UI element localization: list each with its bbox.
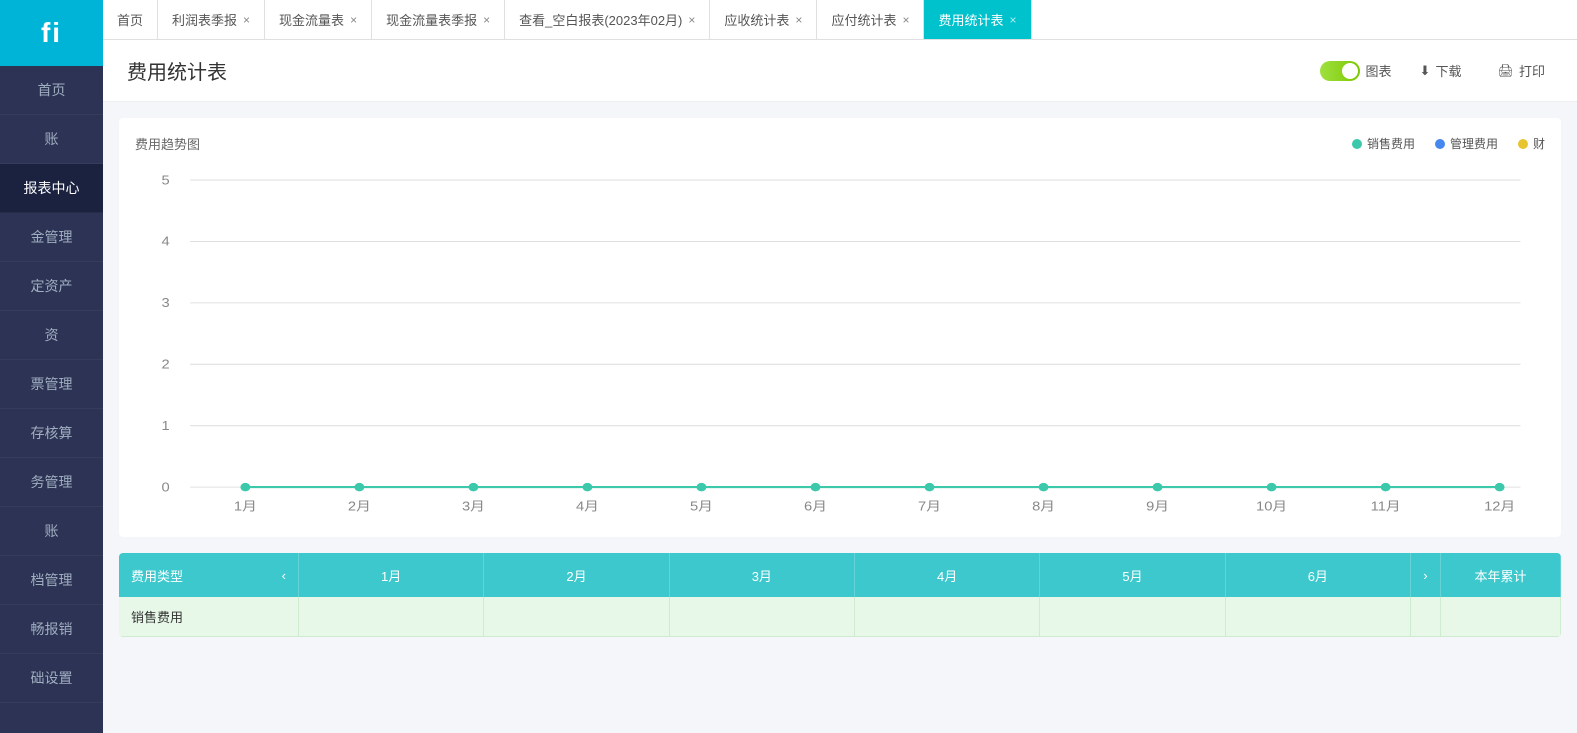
svg-text:8月: 8月 — [1032, 499, 1055, 513]
chart-container: 5 4 3 2 1 0 — [135, 161, 1545, 521]
table-header: 费用类型 ‹ 1月 2月 3月 4月 5月 6月 › 本年累计 — [119, 553, 1561, 597]
prev-arrow-icon[interactable]: ‹ — [282, 568, 286, 583]
print-button[interactable]: 🖨 打印 — [1489, 57, 1553, 84]
tab-close-expense-stats[interactable]: × — [1009, 13, 1016, 27]
table-cell-feb-sales — [484, 597, 669, 636]
chart-section: 费用趋势图 销售费用 管理费用 财 — [119, 118, 1561, 537]
sidebar-item-expense[interactable]: 畅报销 — [0, 605, 103, 654]
download-button[interactable]: ⬇ 下载 — [1412, 57, 1470, 84]
tab-close-receivable[interactable]: × — [795, 13, 802, 27]
svg-text:5月: 5月 — [690, 499, 713, 513]
legend-label-sales: 销售费用 — [1367, 135, 1415, 152]
legend-admin-expense: 管理费用 — [1435, 135, 1498, 152]
sidebar-item-service[interactable]: 务管理 — [0, 458, 103, 507]
tab-expense-stats[interactable]: 费用统计表 × — [924, 0, 1031, 40]
sidebar-item-inventory[interactable]: 存核算 — [0, 409, 103, 458]
svg-text:0: 0 — [162, 480, 171, 494]
sidebar-logo: fi — [0, 0, 103, 66]
tab-bar: 首页 利润表季报 × 现金流量表 × 现金流量表季报 × 查看_空白报表(202… — [103, 0, 1577, 40]
sidebar-item-ledger[interactable]: 账 — [0, 115, 103, 164]
chart-header: 费用趋势图 销售费用 管理费用 财 — [135, 134, 1545, 153]
table-col-jan-header: 1月 — [299, 553, 484, 597]
table-cell-may-sales — [1040, 597, 1225, 636]
legend-sales-expense: 销售费用 — [1352, 135, 1415, 152]
legend-label-admin: 管理费用 — [1450, 135, 1498, 152]
line-chart-svg: 5 4 3 2 1 0 — [135, 161, 1545, 521]
sidebar-item-cash-mgmt[interactable]: 金管理 — [0, 213, 103, 262]
svg-text:3: 3 — [162, 296, 171, 310]
table-cell-type-sales: 销售费用 — [119, 597, 299, 636]
tab-receivable[interactable]: 应收统计表 × — [710, 0, 817, 40]
svg-text:7月: 7月 — [918, 499, 941, 513]
svg-text:2: 2 — [162, 357, 170, 371]
sidebar-item-home[interactable]: 首页 — [0, 66, 103, 115]
next-arrow-icon[interactable]: › — [1411, 553, 1441, 597]
chart-toggle-label: 图表 — [1366, 61, 1392, 80]
table-cell-total-sales — [1441, 597, 1561, 636]
content-area: 费用统计表 图表 ⬇ 下载 🖨 打印 费用趋势图 — [103, 40, 1577, 733]
table-col-mar-header: 3月 — [670, 553, 855, 597]
tab-profit-quarterly[interactable]: 利润表季报 × — [158, 0, 265, 40]
svg-text:11月: 11月 — [1371, 499, 1401, 513]
tab-close-cashflow[interactable]: × — [350, 13, 357, 27]
legend-dot-finance — [1518, 139, 1528, 149]
table-cell-mar-sales — [670, 597, 855, 636]
sidebar-item-tickets[interactable]: 票管理 — [0, 360, 103, 409]
print-icon: 🖨 — [1497, 63, 1514, 79]
header-actions: 图表 ⬇ 下载 🖨 打印 — [1320, 57, 1553, 84]
sidebar: fi 首页 账 报表中心 金管理 定资产 资 票管理 存核算 务管理 账 档管理… — [0, 0, 103, 733]
legend-dot-sales — [1352, 139, 1362, 149]
table-cell-apr-sales — [855, 597, 1040, 636]
table-cell-jan-sales — [299, 597, 484, 636]
tab-close-payable[interactable]: × — [902, 13, 909, 27]
svg-text:1月: 1月 — [234, 499, 257, 513]
tab-close-profit-quarterly[interactable]: × — [243, 13, 250, 27]
svg-text:12月: 12月 — [1484, 499, 1515, 513]
page-header: 费用统计表 图表 ⬇ 下载 🖨 打印 — [103, 40, 1577, 102]
table-col-total-header: 本年累计 — [1441, 553, 1561, 597]
chart-title: 费用趋势图 — [135, 134, 200, 153]
chart-toggle-wrap: 图表 — [1320, 61, 1392, 81]
tab-cashflow[interactable]: 现金流量表 × — [265, 0, 372, 40]
tab-close-cashflow-quarterly[interactable]: × — [483, 13, 490, 27]
table-col-type-header: 费用类型 ‹ — [119, 553, 299, 597]
table-col-may-header: 5月 — [1040, 553, 1225, 597]
legend-dot-admin — [1435, 139, 1445, 149]
svg-text:5: 5 — [162, 173, 171, 187]
expense-table: 费用类型 ‹ 1月 2月 3月 4月 5月 6月 › 本年累计 销售费用 — [119, 553, 1561, 637]
chart-toggle[interactable] — [1320, 61, 1360, 81]
svg-text:2月: 2月 — [348, 499, 371, 513]
svg-text:3月: 3月 — [462, 499, 485, 513]
svg-text:4月: 4月 — [576, 499, 599, 513]
page-title: 费用统计表 — [127, 56, 227, 85]
main-area: 首页 利润表季报 × 现金流量表 × 现金流量表季报 × 查看_空白报表(202… — [103, 0, 1577, 733]
table-col-feb-header: 2月 — [484, 553, 669, 597]
sidebar-item-invest[interactable]: 资 — [0, 311, 103, 360]
sidebar-item-report-center[interactable]: 报表中心 — [0, 164, 103, 213]
table-cell-arrow-sales — [1411, 597, 1441, 636]
svg-text:4: 4 — [162, 235, 171, 249]
tab-close-blank-report[interactable]: × — [688, 13, 695, 27]
tab-blank-report[interactable]: 查看_空白报表(2023年02月) × — [505, 0, 710, 40]
sidebar-item-fixed-assets[interactable]: 定资产 — [0, 262, 103, 311]
svg-text:10月: 10月 — [1256, 499, 1287, 513]
svg-text:9月: 9月 — [1146, 499, 1169, 513]
chart-legend: 销售费用 管理费用 财 — [1352, 135, 1545, 152]
tab-payable[interactable]: 应付统计表 × — [817, 0, 924, 40]
table-col-jun-header: 6月 — [1226, 553, 1411, 597]
download-icon: ⬇ — [1420, 63, 1431, 79]
svg-text:1: 1 — [162, 419, 170, 433]
tab-home[interactable]: 首页 — [103, 0, 158, 40]
sidebar-item-account[interactable]: 账 — [0, 507, 103, 556]
sidebar-item-archive[interactable]: 档管理 — [0, 556, 103, 605]
legend-label-finance: 财 — [1533, 135, 1545, 152]
table-cell-jun-sales — [1226, 597, 1411, 636]
tab-cashflow-quarterly[interactable]: 现金流量表季报 × — [372, 0, 505, 40]
table-col-apr-header: 4月 — [855, 553, 1040, 597]
legend-finance-expense: 财 — [1518, 135, 1545, 152]
sidebar-item-settings[interactable]: 础设置 — [0, 654, 103, 703]
table-row: 销售费用 — [119, 597, 1561, 637]
svg-text:6月: 6月 — [804, 499, 827, 513]
